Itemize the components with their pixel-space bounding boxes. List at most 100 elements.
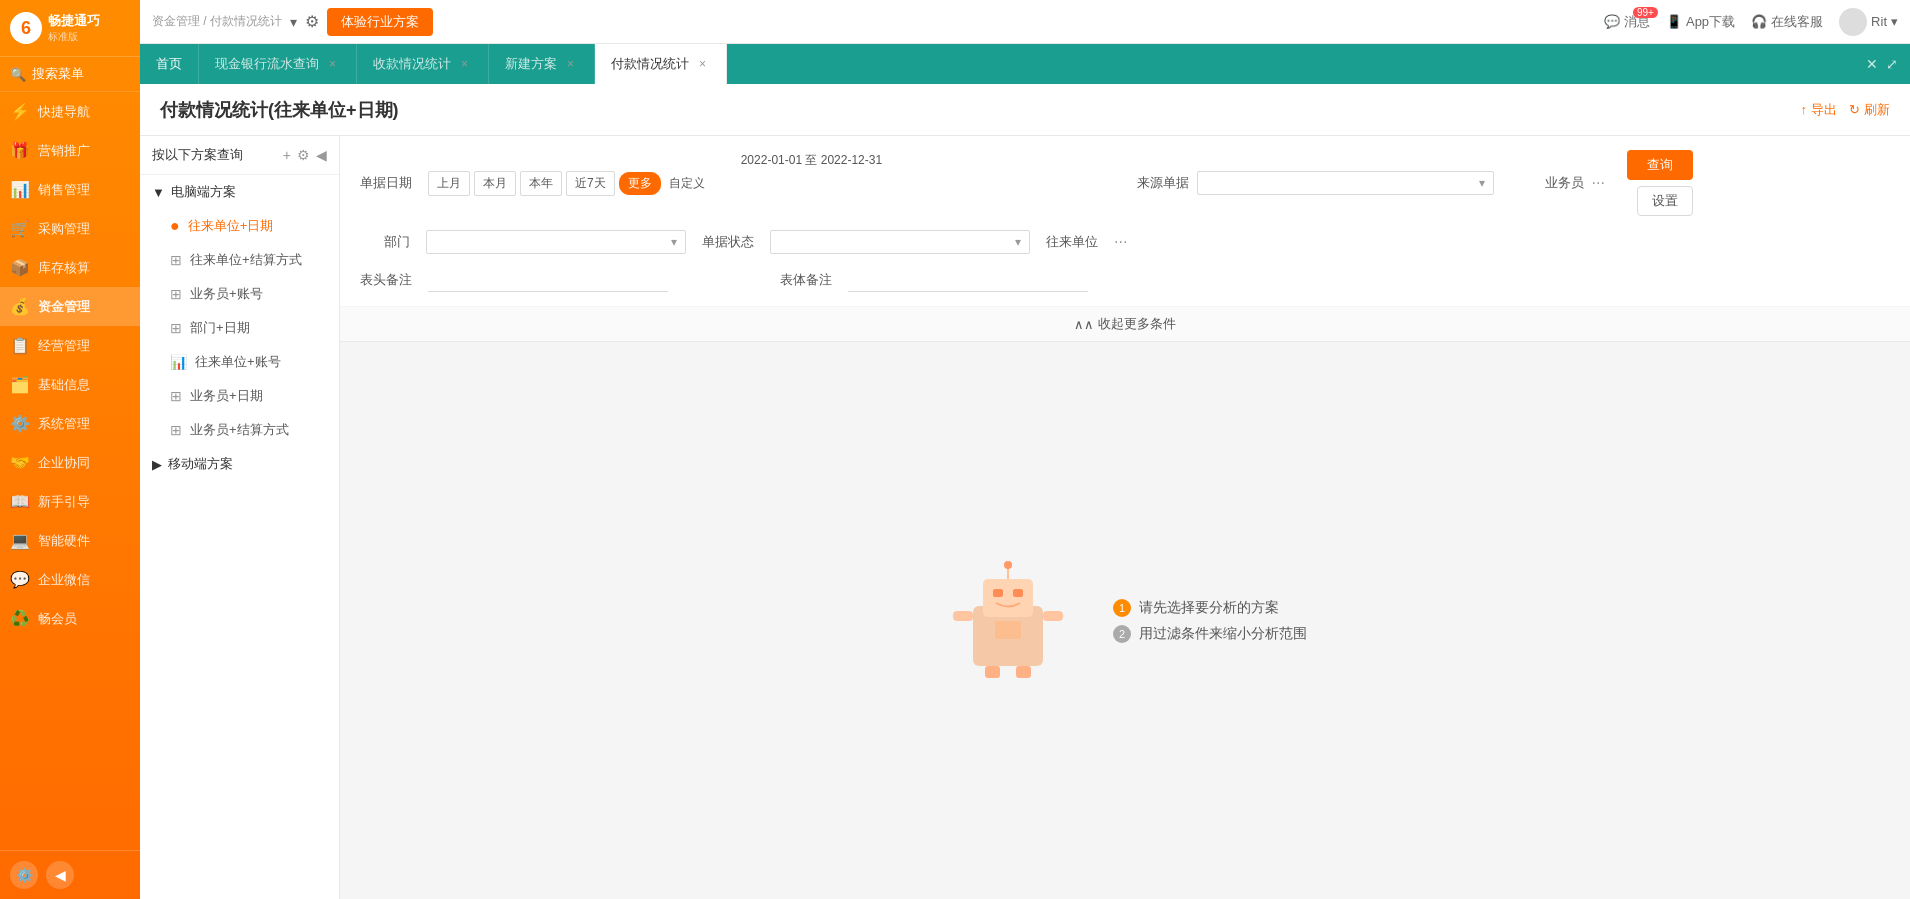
collapse-more-btn[interactable]: ∧∧ 收起更多条件: [1074, 315, 1176, 333]
cash-flow-tab-close[interactable]: ×: [325, 55, 340, 73]
filter-section: 单据日期 上月 本月 本年 近7天 更多 自定义: [340, 136, 1910, 307]
pay-stat-tab-close[interactable]: ×: [695, 55, 710, 73]
receive-stat-tab-close[interactable]: ×: [457, 55, 472, 73]
date-range-display[interactable]: 2022-01-01 至 2022-12-31: [741, 152, 1097, 169]
query-btn[interactable]: 查询: [1627, 150, 1693, 180]
sidebar-item-label: 企业协同: [38, 454, 90, 472]
sidebar-item-inventory[interactable]: 📦 库存核算: [0, 248, 140, 287]
sidebar-item-finance[interactable]: 💰 资金管理: [0, 287, 140, 326]
source-select[interactable]: ▾: [1197, 171, 1493, 195]
tab-pay-stat[interactable]: 付款情况统计 ×: [595, 44, 727, 84]
sidebar-collapse-btn[interactable]: ◀: [46, 861, 74, 889]
export-btn[interactable]: ↑ 导出: [1801, 101, 1838, 119]
sidebar-item-label: 销售管理: [38, 181, 90, 199]
collapse-bar: ∧∧ 收起更多条件: [340, 307, 1910, 342]
last-7-days-btn[interactable]: 近7天: [566, 171, 615, 196]
home-tab-label: 首页: [156, 55, 182, 73]
desktop-scheme-category[interactable]: ▼ 电脑端方案: [140, 175, 339, 209]
scheme-item-partner-account[interactable]: 📊 往来单位+账号: [140, 345, 339, 379]
app-download-btn[interactable]: 📱 App下载: [1666, 13, 1735, 31]
chevron-right-icon: ▶: [152, 457, 162, 472]
sidebar-item-purchase[interactable]: 🛒 采购管理: [0, 209, 140, 248]
user-dropdown-icon: ▾: [1891, 14, 1898, 29]
search-icon: 🔍: [10, 67, 26, 82]
voucher-status-select[interactable]: ▾: [770, 230, 1030, 254]
cooperation-icon: 🤝: [10, 453, 30, 472]
partner-ellipsis[interactable]: ···: [1114, 233, 1127, 251]
header-note-input[interactable]: [428, 268, 668, 292]
trial-btn[interactable]: 体验行业方案: [327, 8, 433, 36]
filter-settings-btn[interactable]: 设置: [1637, 186, 1693, 216]
add-scheme-btn[interactable]: +: [283, 147, 291, 163]
this-month-btn[interactable]: 本月: [474, 171, 516, 196]
scheme-item-partner-settlement[interactable]: ⊞ 往来单位+结算方式: [140, 243, 339, 277]
messages-btn[interactable]: 💬 消息 99+: [1604, 13, 1650, 31]
page-content: 付款情况统计(往来单位+日期) ↑ 导出 ↻ 刷新 按以下方案查询 +: [140, 84, 1910, 899]
scheme-item-staff-account[interactable]: ⊞ 业务员+账号: [140, 277, 339, 311]
new-plan-tab-label: 新建方案: [505, 55, 557, 73]
sidebar-item-system[interactable]: ⚙️ 系统管理: [0, 404, 140, 443]
scheme-item-staff-date[interactable]: ⊞ 业务员+日期: [140, 379, 339, 413]
this-year-btn[interactable]: 本年: [520, 171, 562, 196]
scheme-item-dept-date[interactable]: ⊞ 部门+日期: [140, 311, 339, 345]
maximize-btn[interactable]: ⤢: [1886, 56, 1898, 72]
source-filter-label: 来源单据: [1137, 174, 1189, 192]
sidebar-item-hardware[interactable]: 💻 智能硬件: [0, 521, 140, 560]
sidebar-item-label: 基础信息: [38, 376, 90, 394]
sidebar-item-label: 经营管理: [38, 337, 90, 355]
collapse-arrow-icon: ∧∧: [1074, 317, 1094, 332]
search-menu[interactable]: 🔍 搜索菜单: [0, 57, 140, 92]
scheme-settings-btn[interactable]: ⚙: [297, 147, 310, 163]
sidebar: 6 畅捷通巧 标准版 🔍 搜索菜单 ⚡ 快捷导航 🎁 营销推广 📊 销售管理 🛒…: [0, 0, 140, 899]
refresh-btn[interactable]: ↻ 刷新: [1849, 101, 1890, 119]
sidebar-item-marketing[interactable]: 🎁 营销推广: [0, 131, 140, 170]
topbar-dropdown[interactable]: ▾: [290, 14, 297, 30]
sidebar-item-member[interactable]: ♻️ 畅会员: [0, 599, 140, 638]
scheme-panel-collapse-btn[interactable]: ◀: [316, 147, 327, 163]
sidebar-logo[interactable]: 6 畅捷通巧 标准版: [0, 0, 140, 57]
headset-icon: 🎧: [1751, 14, 1767, 29]
sidebar-item-sales[interactable]: 📊 销售管理: [0, 170, 140, 209]
marketing-icon: 🎁: [10, 141, 30, 160]
sidebar-item-wechat[interactable]: 💬 企业微信: [0, 560, 140, 599]
table-scheme-icon-3: ⊞: [170, 320, 182, 336]
svg-rect-10: [995, 621, 1021, 639]
sidebar-item-guide[interactable]: 📖 新手引导: [0, 482, 140, 521]
tab-cash-flow[interactable]: 现金银行流水查询 ×: [199, 44, 357, 84]
export-icon: ↑: [1801, 102, 1808, 117]
filter-row-2: 部门 ▾ 单据状态 ▾ 往来单位 ···: [360, 230, 1890, 254]
user-menu[interactable]: Rit ▾: [1839, 8, 1898, 36]
breadcrumb: 资金管理 / 付款情况统计: [152, 13, 282, 30]
source-filter-col: 来源单据 ▾: [1137, 150, 1493, 216]
scheme-item-staff-settlement[interactable]: ⊞ 业务员+结算方式: [140, 413, 339, 447]
tab-new-plan[interactable]: 新建方案 ×: [489, 44, 595, 84]
member-icon: ♻️: [10, 609, 30, 628]
last-month-btn[interactable]: 上月: [428, 171, 470, 196]
new-plan-tab-close[interactable]: ×: [563, 55, 578, 73]
filter-area: 单据日期 上月 本月 本年 近7天 更多 自定义: [340, 136, 1910, 342]
dept-select[interactable]: ▾: [426, 230, 686, 254]
message-icon: 💬: [1604, 14, 1620, 29]
svg-rect-4: [993, 589, 1003, 597]
tab-receive-stat[interactable]: 收款情况统计 ×: [357, 44, 489, 84]
sidebar-item-operation[interactable]: 📋 经营管理: [0, 326, 140, 365]
sidebar-item-quick-nav[interactable]: ⚡ 快捷导航: [0, 92, 140, 131]
close-all-tabs-btn[interactable]: ✕: [1866, 56, 1878, 72]
tab-home[interactable]: 首页: [140, 44, 199, 84]
online-service-btn[interactable]: 🎧 在线客服: [1751, 13, 1823, 31]
empty-tips: 1 请先选择要分析的方案 2 用过滤条件来缩小分析范围: [1113, 599, 1307, 643]
topbar-settings-icon[interactable]: ⚙: [305, 12, 319, 31]
staff-ellipsis[interactable]: ···: [1592, 174, 1605, 192]
logo-sub: 标准版: [48, 30, 100, 44]
operation-icon: 📋: [10, 336, 30, 355]
body-note-input[interactable]: [848, 268, 1088, 292]
source-dropdown-icon: ▾: [1479, 176, 1485, 190]
sidebar-item-cooperation[interactable]: 🤝 企业协同: [0, 443, 140, 482]
voucher-status-dropdown-icon: ▾: [1015, 235, 1021, 249]
sidebar-item-basic-info[interactable]: 🗂️ 基础信息: [0, 365, 140, 404]
more-dates-btn[interactable]: 更多: [619, 172, 661, 195]
sidebar-settings-btn[interactable]: ⚙️: [10, 861, 38, 889]
inventory-icon: 📦: [10, 258, 30, 277]
scheme-item-partner-date[interactable]: ● 往来单位+日期: [140, 209, 339, 243]
mobile-scheme-category[interactable]: ▶ 移动端方案: [140, 447, 339, 481]
